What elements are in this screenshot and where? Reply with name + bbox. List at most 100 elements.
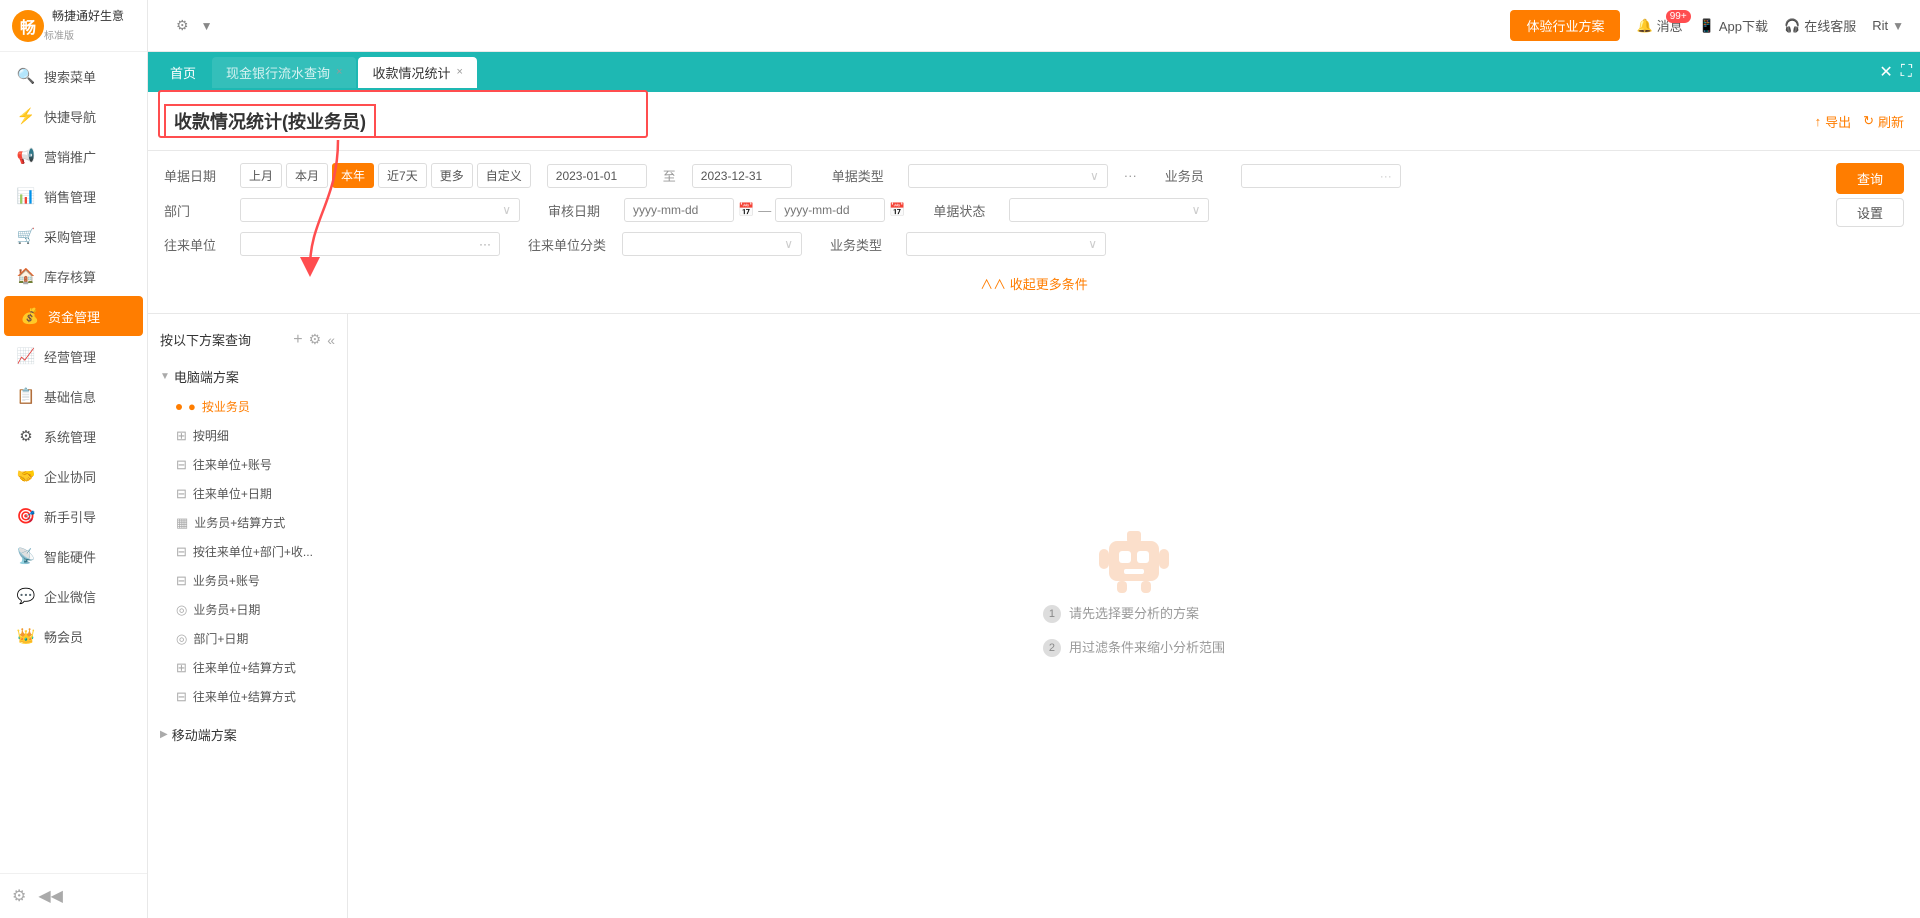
- content-wrapper: 按以下方案查询 + ⚙ « ▼ 电脑端方案 ●: [148, 314, 1920, 918]
- notification-btn[interactable]: 🔔 消息 99+: [1636, 16, 1682, 35]
- headset-icon: 🎧: [1784, 18, 1800, 34]
- partner-settlement1-icon: ⊞: [176, 660, 187, 676]
- review-date-end-input[interactable]: [775, 198, 885, 222]
- sidebar-item-operation[interactable]: 📈 经营管理: [0, 336, 147, 376]
- date-btn-prev-month[interactable]: 上月: [240, 163, 282, 188]
- sidebar-item-inventory[interactable]: 🏠 库存核算: [0, 256, 147, 296]
- sidebar-item-enterprise-wx[interactable]: 💬 企业微信: [0, 576, 147, 616]
- sidebar-item-smart-hw[interactable]: 📡 智能硬件: [0, 536, 147, 576]
- scheme-item-partner-date[interactable]: ⊟ 往来单位+日期: [148, 479, 347, 508]
- sidebar-item-system[interactable]: ⚙ 系统管理: [0, 416, 147, 456]
- sidebar-item-label: 智能硬件: [44, 547, 96, 566]
- sidebar-item-label: 新手引导: [44, 507, 96, 526]
- collapse-conditions-btn[interactable]: ∧∧ 收起更多条件: [164, 266, 1904, 301]
- scheme-item-partner-settlement1[interactable]: ⊞ 往来单位+结算方式: [148, 653, 347, 682]
- page-header: 收款情况统计(按业务员) ↑ 导出 ↻ 刷新: [148, 92, 1920, 151]
- type-more-dots[interactable]: ···: [1124, 168, 1137, 183]
- collapse-panel-icon[interactable]: «: [327, 332, 335, 348]
- mobile-schemes-title[interactable]: ▶ 移动端方案: [148, 719, 347, 750]
- panel-header-actions: + ⚙ «: [293, 331, 335, 349]
- partner-input[interactable]: ···: [240, 232, 500, 256]
- sidebar-item-purchase[interactable]: 🛒 采购管理: [0, 216, 147, 256]
- sidebar-item-label: 企业微信: [44, 587, 96, 606]
- scheme-item-partner-account[interactable]: ⊟ 往来单位+账号: [148, 450, 347, 479]
- sidebar-item-member[interactable]: 👑 畅会员: [0, 616, 147, 656]
- staff-date-icon: ◎: [176, 602, 187, 618]
- calendar-icon-end[interactable]: 📅: [889, 202, 905, 218]
- user-name: Rit: [1872, 18, 1888, 33]
- sidebar-item-marketing[interactable]: 📢 营销推广: [0, 136, 147, 176]
- sidebar-item-sales[interactable]: 📊 销售管理: [0, 176, 147, 216]
- scheme-item-staff-settlement[interactable]: ▦ 业务员+结算方式: [148, 508, 347, 537]
- date-btn-this-year[interactable]: 本年: [332, 163, 374, 188]
- trial-btn[interactable]: 体验行业方案: [1510, 10, 1620, 41]
- date-end-input[interactable]: [692, 164, 792, 188]
- doc-status-select[interactable]: ∨: [1009, 198, 1209, 222]
- biz-type-select[interactable]: ∨: [906, 232, 1106, 256]
- tab-bank-flow[interactable]: 现金银行流水查询 ×: [212, 57, 356, 88]
- enterprise-wx-icon: 💬: [16, 586, 36, 606]
- date-btn-this-month[interactable]: 本月: [286, 163, 328, 188]
- partner-category-label: 往来单位分类: [528, 235, 606, 254]
- online-service-btn[interactable]: 🎧 在线客服: [1784, 16, 1856, 35]
- chevron-down-icon[interactable]: ▼: [201, 19, 213, 33]
- staff-select[interactable]: ···: [1241, 164, 1401, 188]
- tip-item-2: 2 用过滤条件来缩小分析范围: [1043, 635, 1225, 661]
- settings-scheme-icon[interactable]: ⚙: [309, 331, 322, 348]
- sidebar-item-search-menu[interactable]: 🔍 搜索菜单: [0, 56, 147, 96]
- date-btn-more[interactable]: 更多: [431, 163, 473, 188]
- settings-bottom-icon[interactable]: ⚙: [12, 886, 26, 906]
- partner-date-icon: ⊟: [176, 486, 187, 502]
- sidebar-item-quick-nav[interactable]: ⚡ 快捷导航: [0, 96, 147, 136]
- tab-close-bank-flow[interactable]: ×: [336, 66, 342, 78]
- settings-btn[interactable]: 设置: [1836, 198, 1904, 227]
- close-all-tabs-icon[interactable]: ✕: [1879, 62, 1892, 82]
- fullscreen-icon[interactable]: ⛶: [1901, 63, 1912, 81]
- panel-header: 按以下方案查询 + ⚙ «: [148, 322, 347, 357]
- desktop-schemes-title[interactable]: ▼ 电脑端方案: [148, 361, 347, 392]
- scheme-item-dept-date[interactable]: ◎ 部门+日期: [148, 624, 347, 653]
- sidebar-item-label: 系统管理: [44, 427, 96, 446]
- scheme-item-partner-settlement2[interactable]: ⊟ 往来单位+结算方式: [148, 682, 347, 711]
- basic-info-icon: 📋: [16, 386, 36, 406]
- filter-row-dept: 部门 ∨ 审核日期 📅 — 📅 单据状: [164, 198, 1824, 222]
- tab-close-collection-stats[interactable]: ×: [456, 66, 462, 78]
- sidebar-item-guide[interactable]: 🎯 新手引导: [0, 496, 147, 536]
- partner-category-select[interactable]: ∨: [622, 232, 802, 256]
- logo-name: 畅捷通好生意: [52, 9, 124, 25]
- tab-collection-stats[interactable]: 收款情况统计 ×: [358, 57, 476, 88]
- scheme-item-staff-account[interactable]: ⊟ 业务员+账号: [148, 566, 347, 595]
- tab-home[interactable]: 首页: [156, 57, 210, 88]
- collapse-sidebar-icon[interactable]: ◀◀: [38, 886, 63, 906]
- review-date-label: 审核日期: [548, 201, 608, 220]
- date-start-input[interactable]: [547, 164, 647, 188]
- scheme-item-partner-dept-col[interactable]: ⊟ 按往来单位+部门+收...: [148, 537, 347, 566]
- calendar-icon[interactable]: 📅: [738, 202, 754, 218]
- review-date-start-input[interactable]: [624, 198, 734, 222]
- user-avatar[interactable]: Rit ▼: [1872, 18, 1904, 33]
- page-content: 收款情况统计(按业务员) ↑ 导出 ↻ 刷新 单据日期: [148, 92, 1920, 918]
- chevron-down-icon: ∨: [784, 237, 793, 251]
- scheme-item-by-staff[interactable]: ● 按业务员: [148, 392, 347, 421]
- scheme-item-by-detail[interactable]: ⊞ 按明细: [148, 421, 347, 450]
- sidebar-item-finance[interactable]: 💰 资金管理: [4, 296, 143, 336]
- partner-more-dots[interactable]: ···: [479, 237, 491, 251]
- scheme-item-staff-date[interactable]: ◎ 业务员+日期: [148, 595, 347, 624]
- sidebar-item-enterprise[interactable]: 🤝 企业协同: [0, 456, 147, 496]
- app-download-btn[interactable]: 📱 App下载: [1699, 16, 1768, 35]
- date-separator: 至: [663, 166, 676, 185]
- date-btn-7days[interactable]: 近7天: [378, 163, 427, 188]
- tip-item-1: 1 请先选择要分析的方案: [1043, 601, 1225, 627]
- add-scheme-icon[interactable]: +: [293, 331, 302, 349]
- tab-home-label: 首页: [170, 63, 196, 82]
- gear-icon[interactable]: ⚙: [176, 17, 189, 34]
- type-select[interactable]: ∨: [908, 164, 1108, 188]
- sidebar-item-basic-info[interactable]: 📋 基础信息: [0, 376, 147, 416]
- query-btn[interactable]: 查询: [1836, 163, 1904, 194]
- date-btn-custom[interactable]: 自定义: [477, 163, 531, 188]
- dept-input[interactable]: ∨: [240, 198, 520, 222]
- page-actions: ↑ 导出 ↻ 刷新: [1815, 112, 1904, 131]
- export-btn[interactable]: ↑ 导出: [1815, 112, 1852, 131]
- expand-icon: ▼: [160, 371, 170, 382]
- refresh-btn[interactable]: ↻ 刷新: [1863, 112, 1904, 131]
